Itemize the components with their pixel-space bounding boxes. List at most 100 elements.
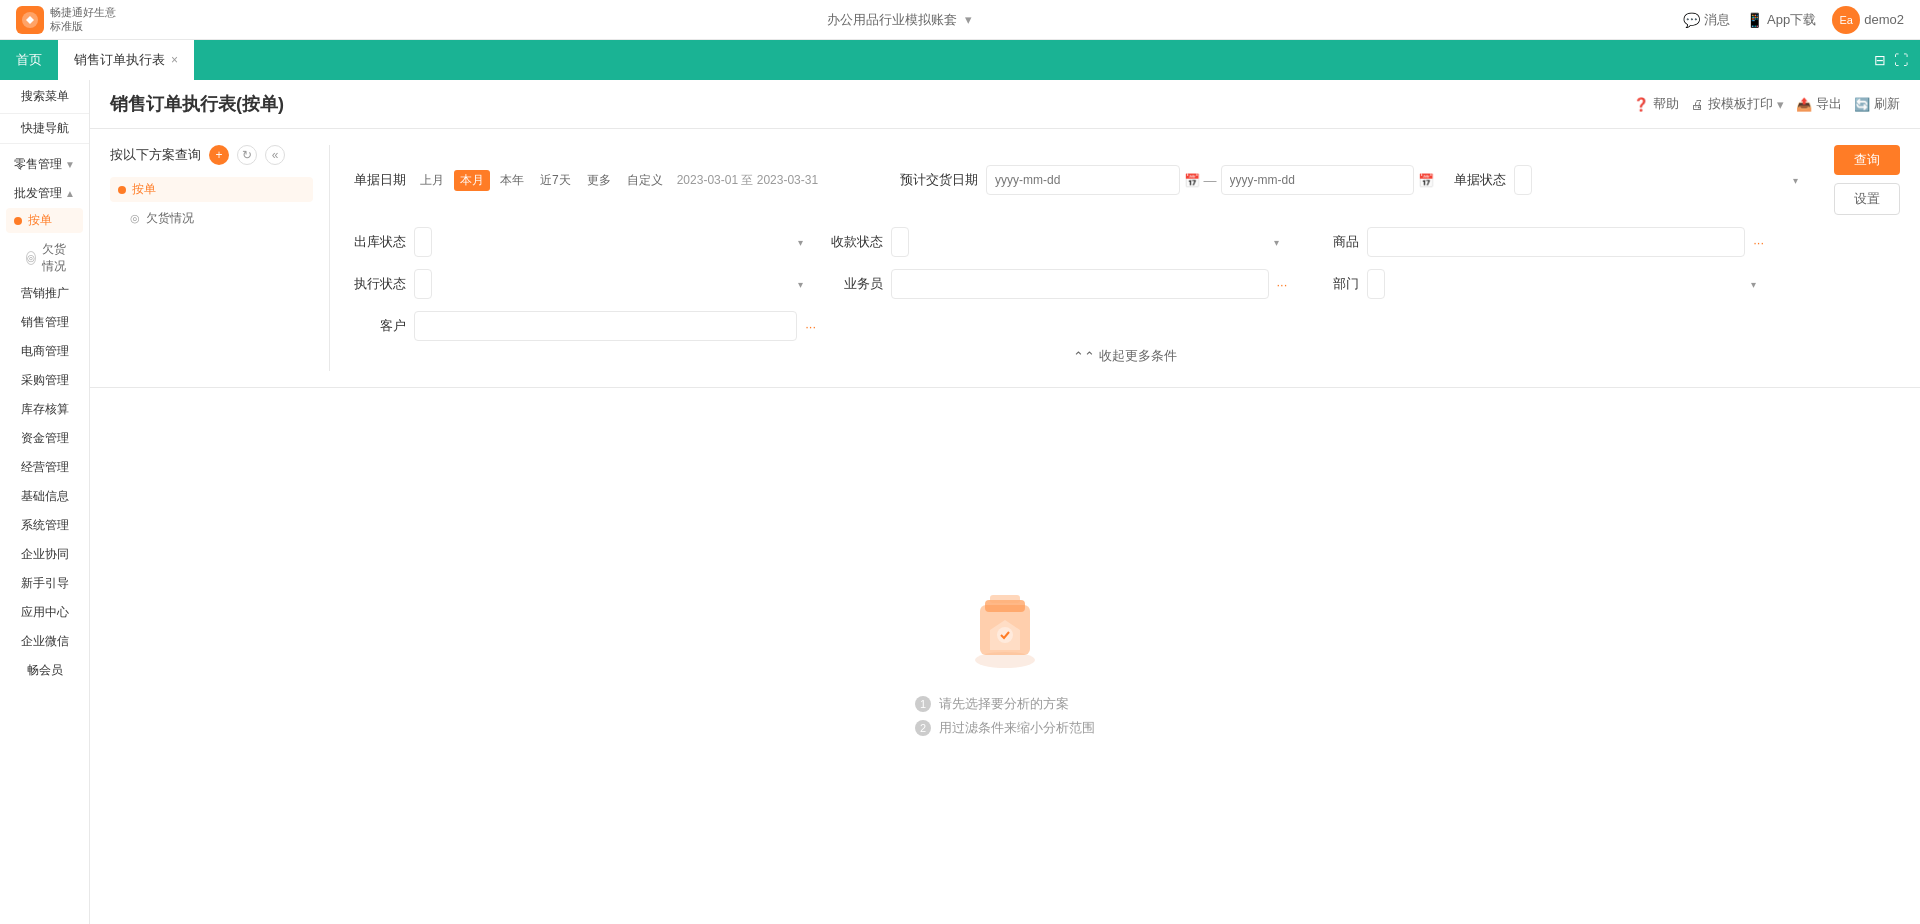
sidebar-item-retail[interactable]: 零售管理 ▼ bbox=[6, 150, 83, 179]
sidebar-item-wechat[interactable]: 企业微信 bbox=[6, 627, 83, 656]
empty-tips: 1 请先选择要分析的方案 2 用过滤条件来缩小分析范围 bbox=[915, 695, 1095, 737]
dept-select[interactable] bbox=[1367, 269, 1385, 299]
sidebar-item-inventory[interactable]: 库存核算 bbox=[6, 395, 83, 424]
filter-row-2: 出库状态 收款状态 bbox=[350, 227, 1900, 257]
sidebar-item-wholesale[interactable]: 批发管理 ▲ bbox=[6, 179, 83, 208]
refresh-icon: 🔄 bbox=[1854, 97, 1870, 112]
doc-date-label: 单据日期 bbox=[350, 171, 406, 189]
field-doc-date: 单据日期 上月 本月 本年 近7天 更多 自定义 2023-03-01 至 20… bbox=[350, 170, 884, 191]
forecast-date-label: 预计交货日期 bbox=[900, 171, 978, 189]
active-indicator bbox=[14, 217, 22, 225]
user-menu[interactable]: Ea demo2 bbox=[1832, 6, 1904, 34]
collect-status-select[interactable] bbox=[891, 227, 909, 257]
field-doc-status: 单据状态 bbox=[1450, 165, 1806, 195]
active-tab-label: 销售订单执行表 bbox=[74, 51, 165, 69]
forecast-date-start[interactable] bbox=[986, 165, 1180, 195]
goods-label: 商品 bbox=[1303, 233, 1359, 251]
filter-add-btn[interactable]: + bbox=[209, 145, 229, 165]
customer-ellipsis-btn[interactable]: ··· bbox=[805, 319, 816, 334]
preset-last-month[interactable]: 上月 bbox=[414, 170, 450, 191]
minimize-icon[interactable]: ⊟ bbox=[1874, 52, 1886, 68]
collapse-arrow-icon: ⌃⌃ bbox=[1073, 349, 1095, 364]
field-exec-status: 执行状态 bbox=[350, 269, 811, 299]
sidebar-item-finance[interactable]: 资金管理 bbox=[6, 424, 83, 453]
out-status-label: 出库状态 bbox=[350, 233, 406, 251]
top-center-dropdown-icon[interactable]: ▾ bbox=[965, 12, 972, 27]
sidebar-item-system[interactable]: 系统管理 bbox=[6, 511, 83, 540]
query-button[interactable]: 查询 bbox=[1834, 145, 1900, 175]
sidebar-item-guide[interactable]: 新手引导 bbox=[6, 569, 83, 598]
sidebar-item-marketing[interactable]: 营销推广 bbox=[6, 279, 83, 308]
export-btn[interactable]: 📤 导出 bbox=[1796, 95, 1842, 113]
out-status-select[interactable] bbox=[414, 227, 432, 257]
sidebar-item-operation[interactable]: 经营管理 bbox=[6, 453, 83, 482]
topbar-center[interactable]: 办公用品行业模拟账套 ▾ bbox=[827, 11, 972, 29]
goods-ellipsis-btn[interactable]: ··· bbox=[1753, 235, 1764, 250]
goods-input[interactable] bbox=[1367, 227, 1745, 257]
sidebar-quick-nav[interactable]: 快捷导航 bbox=[0, 114, 89, 144]
filter-collapse-btn[interactable]: « bbox=[265, 145, 285, 165]
sidebar-sub-item-by-order[interactable]: 按单 bbox=[6, 208, 83, 233]
forecast-date-end[interactable] bbox=[1221, 165, 1415, 195]
sidebar-item-enterprise[interactable]: 企业协同 bbox=[6, 540, 83, 569]
message-btn[interactable]: 💬 消息 bbox=[1683, 11, 1730, 29]
window-controls: ⊟ ⛶ bbox=[1874, 52, 1920, 68]
sidebar-item-basic[interactable]: 基础信息 bbox=[6, 482, 83, 511]
empty-icon bbox=[955, 575, 1055, 675]
tab-home[interactable]: 首页 bbox=[0, 40, 58, 80]
customer-label: 客户 bbox=[350, 317, 406, 335]
plan-item-by-order[interactable]: 按单 bbox=[110, 177, 313, 202]
preset-this-month[interactable]: 本月 bbox=[454, 170, 490, 191]
topbar-left: 畅捷通好生意 标准版 bbox=[16, 6, 116, 34]
doc-status-select[interactable] bbox=[1514, 165, 1532, 195]
content-area: 销售订单执行表(按单) ❓ 帮助 🖨 按模板打印 ▾ 📤 导出 🔄 刷新 bbox=[90, 80, 1920, 924]
salesman-input[interactable] bbox=[891, 269, 1269, 299]
sidebar-item-member[interactable]: 畅会员 bbox=[6, 656, 83, 685]
forecast-start-cal-icon[interactable]: 📅 bbox=[1184, 173, 1200, 188]
out-status-select-wrap bbox=[414, 227, 811, 257]
dept-label: 部门 bbox=[1303, 275, 1359, 293]
sidebar-item-ecommerce[interactable]: 电商管理 bbox=[6, 337, 83, 366]
logo-area: 畅捷通好生意 标准版 bbox=[16, 6, 116, 34]
topbar-right: 💬 消息 📱 App下载 Ea demo2 bbox=[1683, 6, 1904, 34]
setting-button[interactable]: 设置 bbox=[1834, 183, 1900, 215]
shortage-icon: ◎ bbox=[26, 251, 36, 265]
preset-custom[interactable]: 自定义 bbox=[621, 170, 669, 191]
print-dropdown-icon[interactable]: ▾ bbox=[1777, 97, 1784, 112]
tab-close-icon[interactable]: × bbox=[171, 53, 178, 67]
sidebar-item-app-center[interactable]: 应用中心 bbox=[6, 598, 83, 627]
print-icon: 🖨 bbox=[1691, 97, 1704, 112]
tab-active[interactable]: 销售订单执行表 × bbox=[58, 40, 194, 80]
customer-input[interactable] bbox=[414, 311, 797, 341]
maximize-icon[interactable]: ⛶ bbox=[1894, 52, 1908, 68]
forecast-date-sep: — bbox=[1204, 173, 1217, 188]
action-buttons: 查询 设置 bbox=[1822, 145, 1900, 215]
field-customer: 客户 ··· bbox=[350, 311, 816, 341]
sidebar: 搜索菜单 快捷导航 零售管理 ▼ 批发管理 ▲ 按单 ◎ 欠货情况 bbox=[0, 80, 90, 924]
export-icon: 📤 bbox=[1796, 97, 1812, 112]
tip-num-2: 2 bbox=[915, 720, 931, 736]
filter-collapse-btn[interactable]: ⌃⌃ 收起更多条件 bbox=[350, 341, 1900, 371]
field-dept: 部门 bbox=[1303, 269, 1764, 299]
forecast-end-cal-icon[interactable]: 📅 bbox=[1418, 173, 1434, 188]
page-actions: ❓ 帮助 🖨 按模板打印 ▾ 📤 导出 🔄 刷新 bbox=[1633, 95, 1900, 113]
preset-this-year[interactable]: 本年 bbox=[494, 170, 530, 191]
sidebar-item-sales[interactable]: 销售管理 bbox=[6, 308, 83, 337]
filter-refresh-btn[interactable]: ↻ bbox=[237, 145, 257, 165]
help-btn[interactable]: ❓ 帮助 bbox=[1633, 95, 1679, 113]
salesman-ellipsis-btn[interactable]: ··· bbox=[1277, 277, 1288, 292]
refresh-btn[interactable]: 🔄 刷新 bbox=[1854, 95, 1900, 113]
sidebar-sub-item-shortage[interactable]: ◎ 欠货情况 bbox=[6, 237, 83, 279]
preset-7days[interactable]: 近7天 bbox=[534, 170, 577, 191]
exec-status-select[interactable] bbox=[414, 269, 432, 299]
plan-item-shortage[interactable]: ◎ 欠货情况 bbox=[110, 206, 313, 231]
sidebar-item-purchase[interactable]: 采购管理 bbox=[6, 366, 83, 395]
sidebar-search[interactable]: 搜索菜单 bbox=[0, 80, 89, 114]
preset-more[interactable]: 更多 bbox=[581, 170, 617, 191]
filter-rows: 单据日期 上月 本月 本年 近7天 更多 自定义 2023-03-01 至 20… bbox=[350, 145, 1900, 341]
empty-tip-1: 1 请先选择要分析的方案 bbox=[915, 695, 1095, 713]
filter-row-3: 执行状态 业务员 ··· bbox=[350, 269, 1900, 299]
print-btn[interactable]: 🖨 按模板打印 ▾ bbox=[1691, 95, 1784, 113]
exec-status-label: 执行状态 bbox=[350, 275, 406, 293]
app-download-btn[interactable]: 📱 App下载 bbox=[1746, 11, 1816, 29]
